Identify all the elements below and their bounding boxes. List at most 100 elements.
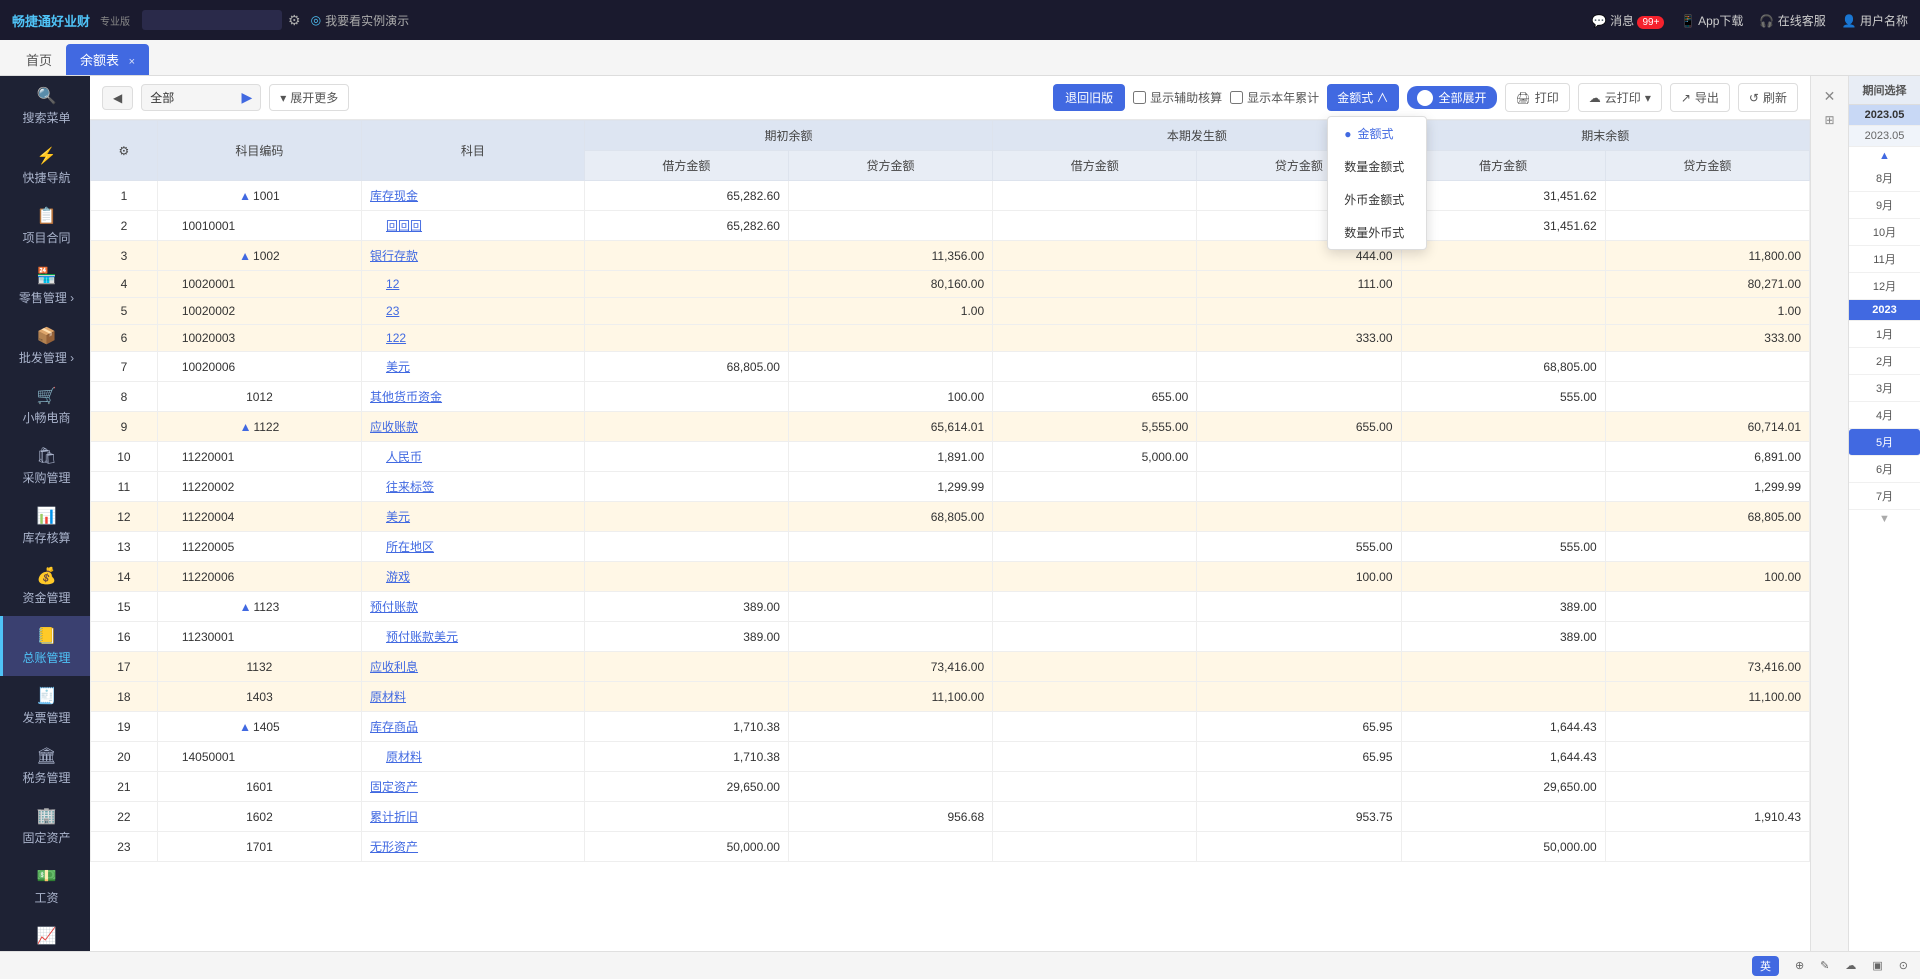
period-month-11[interactable]: 11月	[1849, 246, 1920, 273]
table-row-subject[interactable]: 12	[362, 271, 585, 298]
table-row-subject[interactable]: 人民币	[362, 442, 585, 472]
table-row-subject[interactable]: 应收账款	[362, 412, 585, 442]
status-icon-3[interactable]: ☁	[1845, 959, 1856, 972]
table-row-subject[interactable]: 累计折旧	[362, 802, 585, 832]
sidebar-item-operations[interactable]: 📈 经营管理	[0, 916, 90, 951]
main-layout: 🔍 搜索菜单 ⚡ 快捷导航 📋 项目合同 🏪 零售管理 › 📦 批发管理 › 🛒…	[0, 76, 1920, 951]
table-row-open-debit	[584, 241, 788, 271]
table-row-close-credit	[1605, 181, 1809, 211]
table-row-close-debit: 1,644.43	[1401, 712, 1605, 742]
sidebar-item-ledger[interactable]: 📒 总账管理	[0, 616, 90, 676]
period-month-4[interactable]: 4月	[1849, 402, 1920, 429]
status-icon-4[interactable]: ▣	[1872, 959, 1882, 972]
table-row-subject[interactable]: 游戏	[362, 562, 585, 592]
table-row-subject[interactable]: 122	[362, 325, 585, 352]
table-row-period-credit: 111.00	[1197, 271, 1401, 298]
period-nav-up[interactable]: ▲	[1849, 147, 1920, 165]
period-month-7[interactable]: 7月	[1849, 483, 1920, 510]
table-row-subject[interactable]: 原材料	[362, 682, 585, 712]
demo-link[interactable]: ◎ 我要看实例演示	[311, 12, 410, 29]
table-row-subject[interactable]: 库存现金	[362, 181, 585, 211]
sidebar-item-project[interactable]: 📋 项目合同	[0, 196, 90, 256]
sidebar-item-retail[interactable]: 🏪 零售管理 ›	[0, 256, 90, 316]
sidebar-item-funds[interactable]: 💰 资金管理	[0, 556, 90, 616]
user-avatar[interactable]: 👤 用户名称	[1842, 12, 1908, 29]
format-option-amount[interactable]: ● 金额式	[1328, 117, 1426, 150]
table-row-subject[interactable]: 23	[362, 298, 585, 325]
period-month-9[interactable]: 9月	[1849, 192, 1920, 219]
tab-home[interactable]: 首页	[12, 44, 66, 75]
message-icon[interactable]: 💬 消息 99+	[1592, 12, 1665, 29]
sidebar-item-search[interactable]: 🔍 搜索菜单	[0, 76, 90, 136]
sidebar-item-tax[interactable]: 🏛 税务管理	[0, 736, 90, 796]
sidebar-item-invoice[interactable]: 🧾 发票管理	[0, 676, 90, 736]
refresh-btn[interactable]: ↺ 刷新	[1738, 83, 1798, 112]
prev-btn[interactable]: ◀	[102, 86, 133, 110]
sidebar-item-payroll[interactable]: 💵 工资	[0, 856, 90, 916]
table-row-subject[interactable]: 其他货币资金	[362, 382, 585, 412]
status-icon-1[interactable]: ⊕	[1795, 959, 1804, 972]
table-row-close-debit	[1401, 298, 1605, 325]
table-row-subject[interactable]: 预付账款美元	[362, 622, 585, 652]
table-row-subject[interactable]: 回回回	[362, 211, 585, 241]
status-icon-5[interactable]: ⊙	[1899, 959, 1908, 972]
table-row-period-debit	[993, 832, 1197, 862]
print-btn[interactable]: 🖨 打印	[1505, 83, 1570, 112]
sidebar-item-wholesale[interactable]: 📦 批发管理 ›	[0, 316, 90, 376]
table-row-subject[interactable]: 应收利息	[362, 652, 585, 682]
format-dropdown-btn[interactable]: 金额式 ∧	[1327, 84, 1398, 111]
period-month-6[interactable]: 6月	[1849, 456, 1920, 483]
panel-close-icon[interactable]: ✕	[1820, 84, 1840, 109]
status-icon-2[interactable]: ✎	[1820, 959, 1829, 972]
format-option-foreign-amount[interactable]: 外币金额式	[1328, 183, 1426, 216]
app-download-link[interactable]: 📱 App下载	[1680, 12, 1743, 29]
table-settings-icon[interactable]: ⚙	[119, 144, 130, 158]
table-row-subject[interactable]: 美元	[362, 502, 585, 532]
sidebar-item-purchase[interactable]: 🛍 采购管理	[0, 436, 90, 496]
top-search-input[interactable]	[142, 10, 282, 30]
table-row-subject[interactable]: 美元	[362, 352, 585, 382]
opening-balance-header: 期初余额	[584, 121, 992, 151]
toggle-expand-switch[interactable]: 全部展开	[1407, 86, 1497, 109]
sidebar-item-ecommerce[interactable]: 🛒 小畅电商	[0, 376, 90, 436]
back-old-btn[interactable]: 退回旧版	[1053, 84, 1125, 111]
table-row-subject[interactable]: 无形资产	[362, 832, 585, 862]
table-row-subject[interactable]: 往来标签	[362, 472, 585, 502]
table-row-close-debit: 29,650.00	[1401, 772, 1605, 802]
tab-balance-sheet[interactable]: 余额表 ×	[66, 44, 149, 75]
table-row-subject[interactable]: 固定资产	[362, 772, 585, 802]
tab-close-icon[interactable]: ×	[129, 56, 135, 68]
period-month-8[interactable]: 8月	[1849, 165, 1920, 192]
period-month-3[interactable]: 3月	[1849, 375, 1920, 402]
period-month-1[interactable]: 1月	[1849, 321, 1920, 348]
show-aux-checkbox[interactable]: 显示辅助核算	[1133, 89, 1222, 106]
period-month-5[interactable]: 5月	[1849, 429, 1920, 456]
table-row-code: 10010001	[157, 211, 361, 241]
config-icon[interactable]: ⚙	[288, 12, 301, 29]
show-ytd-checkbox[interactable]: 显示本年累计	[1230, 89, 1319, 106]
sidebar-item-quicknav[interactable]: ⚡ 快捷导航	[0, 136, 90, 196]
period-nav-down[interactable]: ▼	[1849, 510, 1920, 528]
table-row-period-credit	[1197, 832, 1401, 862]
expand-btn[interactable]: ▾ 展开更多	[269, 84, 349, 111]
table-row-subject[interactable]: 银行存款	[362, 241, 585, 271]
format-option-qty-amount[interactable]: 数量金额式	[1328, 150, 1426, 183]
online-service-link[interactable]: 🎧 在线客服	[1759, 12, 1825, 29]
table-row-subject[interactable]: 原材料	[362, 742, 585, 772]
export-btn[interactable]: ↗ 导出	[1670, 83, 1730, 112]
search-box-arrow[interactable]: ▶	[241, 89, 252, 106]
period-month-10[interactable]: 10月	[1849, 219, 1920, 246]
panel-expand-icon[interactable]: ⊞	[1824, 113, 1834, 127]
cloud-print-btn[interactable]: ☁ 云打印 ▾	[1578, 83, 1662, 112]
status-lang-btn[interactable]: 英	[1752, 956, 1779, 976]
sidebar-item-inventory[interactable]: 📊 库存核算	[0, 496, 90, 556]
table-row-period-credit: 333.00	[1197, 325, 1401, 352]
period-month-2[interactable]: 2月	[1849, 348, 1920, 375]
format-option-qty-foreign[interactable]: 数量外币式	[1328, 216, 1426, 249]
table-row-subject[interactable]: 所在地区	[362, 532, 585, 562]
table-row-subject[interactable]: 库存商品	[362, 712, 585, 742]
sidebar-item-fixed-assets[interactable]: 🏢 固定资产	[0, 796, 90, 856]
table-row-subject[interactable]: 预付账款	[362, 592, 585, 622]
top-bar-right: 💬 消息 99+ 📱 App下载 🎧 在线客服 👤 用户名称	[1592, 12, 1908, 29]
period-month-12[interactable]: 12月	[1849, 273, 1920, 300]
